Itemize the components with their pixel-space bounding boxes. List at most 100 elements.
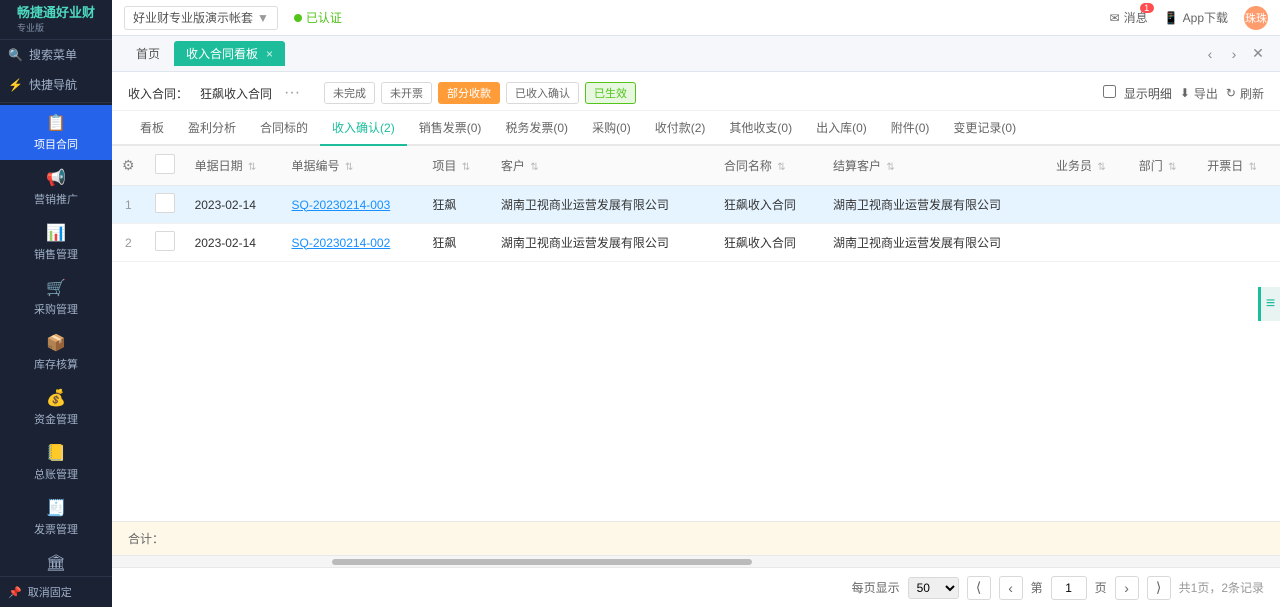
right-panel-btn[interactable]: ≡ [1258,287,1280,321]
sidebar-item-capital[interactable]: 💰 资金管理 [0,380,112,435]
subtab-purchase[interactable]: 采购(0) [580,111,643,146]
settings-icon[interactable]: ⚙ [122,157,135,173]
contract-name-sort-icon: ⇅ [777,162,785,173]
contract-more-btn[interactable]: ··· [284,84,300,102]
refresh-label: 刷新 [1240,85,1264,102]
subtab-other-income[interactable]: 其他收支(0) [717,111,804,146]
subtab-income-confirm[interactable]: 收入确认(2) [320,111,407,146]
last-page-btn[interactable]: ⟩ [1147,576,1171,600]
row-1-number[interactable]: SQ-20230214-003 [282,186,423,224]
sidebar-search[interactable]: 🔍 搜索菜单 [0,40,112,69]
table-area: ⚙ 单据日期 ⇅ 单据编号 ⇅ 项目 ⇅ [112,146,1280,521]
col-project-header[interactable]: 项目 ⇅ [422,146,490,186]
tax-icon: 🏛 [46,553,66,573]
table-footer: 合计： [112,521,1280,555]
status-confirmed[interactable]: 已收入确认 [506,82,579,104]
general-icon: 📒 [46,443,66,463]
subtab-payment[interactable]: 收付款(2) [643,111,718,146]
sidebar: 畅捷通好业财 专业版 🔍 搜索菜单 ⚡ 快捷导航 📋 项目合同 📢 营销推广 📊… [0,0,112,607]
tab-next-btn[interactable]: › [1224,44,1244,64]
subtab-attachment[interactable]: 附件(0) [879,111,942,146]
app-logo: 畅捷通好业财 专业版 [0,0,112,40]
home-label: 首页 [136,47,160,61]
app-name: 畅捷通好业财 [17,5,95,21]
col-open-date-header[interactable]: 开票日 ⇅ [1197,146,1280,186]
tab-prev-btn[interactable]: ‹ [1200,44,1220,64]
sidebar-divider [0,102,112,103]
row-1-salesperson [1046,186,1129,224]
subtab-tax-invoice[interactable]: 税务发票(0) [493,111,580,146]
sidebar-item-sales[interactable]: 📊 销售管理 [0,215,112,270]
page-size-select[interactable]: 20 50 100 [908,577,959,599]
sidebar-item-invoice[interactable]: 🧾 发票管理 [0,490,112,545]
row-2-department [1129,224,1197,262]
certified-label: 已认证 [306,9,342,26]
page-input[interactable] [1051,576,1087,600]
subtab-kanban[interactable]: 看板 [128,111,176,146]
col-contract-name-header[interactable]: 合同名称 ⇅ [714,146,823,186]
row-2-contract-name: 狂飙收入合同 [714,224,823,262]
col-number-header[interactable]: 单据编号 ⇅ [282,146,423,186]
sidebar-sales-label: 销售管理 [34,246,78,262]
subtab-standard[interactable]: 合同标的 [248,111,320,146]
status-effective[interactable]: 已生效 [585,82,636,104]
scrollbar-thumb[interactable] [332,559,752,565]
sidebar-item-tax[interactable]: 🏛 税务管理 [0,545,112,576]
sidebar-purchase-label: 采购管理 [34,301,78,317]
export-btn[interactable]: ⬇ 导出 [1180,85,1218,102]
status-incomplete[interactable]: 未完成 [324,82,375,104]
sidebar-general-label: 总账管理 [34,466,78,482]
user-menu-btn[interactable]: 珠珠 [1244,6,1268,30]
sidebar-item-general[interactable]: 📒 总账管理 [0,435,112,490]
open-date-sort-icon: ⇅ [1249,162,1257,173]
prev-page-btn[interactable]: ‹ [999,576,1023,600]
project-sort-icon: ⇅ [462,162,470,173]
subtab-change-log[interactable]: 变更记录(0) [941,111,1028,146]
capital-icon: 💰 [46,388,66,408]
sidebar-item-purchase[interactable]: 🛒 采购管理 [0,270,112,325]
app-download-btn[interactable]: 📱 App下载 [1164,9,1228,26]
sidebar-quick-nav[interactable]: ⚡ 快捷导航 [0,69,112,100]
table-row[interactable]: 1 2023-02-14 SQ-20230214-003 狂飙 湖南卫视商业运营… [112,186,1280,224]
status-partial-received[interactable]: 部分收款 [438,82,500,104]
tab-home[interactable]: 首页 [124,41,172,66]
row-1-open-date [1197,186,1280,224]
next-page-btn[interactable]: › [1115,576,1139,600]
subtab-warehouse[interactable]: 出入库(0) [804,111,879,146]
per-page-label: 每页显示 [852,579,900,596]
status-no-invoice[interactable]: 未开票 [381,82,432,104]
header-checkbox[interactable] [155,154,175,174]
sidebar-item-project[interactable]: 📋 项目合同 [0,105,112,160]
col-customer-header[interactable]: 客户 ⇅ [491,146,714,186]
sidebar-pin-btn[interactable]: 📌 取消固定 [0,577,112,607]
export-icon: ⬇ [1180,86,1190,100]
refresh-icon: ↻ [1226,86,1236,100]
topbar: 好业财专业版演示帐套 ▼ 已认证 ✉ 消息 1 📱 App下载 珠珠 [112,0,1280,36]
col-salesperson-header[interactable]: 业务员 ⇅ [1046,146,1129,186]
sidebar-item-marketing[interactable]: 📢 营销推广 [0,160,112,215]
row-2-num: 2 [112,224,145,262]
message-btn[interactable]: ✉ 消息 1 [1110,9,1148,26]
row-2-checkbox[interactable] [155,231,175,251]
refresh-btn[interactable]: ↻ 刷新 [1226,85,1264,102]
row-1-checkbox[interactable] [155,193,175,213]
horizontal-scrollbar[interactable] [112,555,1280,567]
company-selector[interactable]: 好业财专业版演示帐套 ▼ [124,6,278,30]
col-department-header[interactable]: 部门 ⇅ [1129,146,1197,186]
first-page-btn[interactable]: ⟨ [967,576,991,600]
subtab-profit[interactable]: 盈利分析 [176,111,248,146]
app-download-label: App下载 [1183,9,1228,26]
tab-close-btn[interactable]: × [266,47,273,61]
table-row[interactable]: 2 2023-02-14 SQ-20230214-002 狂飙 湖南卫视商业运营… [112,224,1280,262]
row-2-number[interactable]: SQ-20230214-002 [282,224,423,262]
sidebar-item-inventory[interactable]: 📦 库存核算 [0,325,112,380]
row-1-checkbox-cell [145,186,185,224]
tab-contract-board[interactable]: 收入合同看板 × [174,41,285,66]
show-detail-checkbox[interactable] [1103,85,1116,98]
inventory-icon: 📦 [46,333,66,353]
col-date-header[interactable]: 单据日期 ⇅ [185,146,282,186]
col-settlement-customer-header[interactable]: 结算客户 ⇅ [823,146,1046,186]
subtab-sales-invoice[interactable]: 销售发票(0) [407,111,494,146]
tab-close-all-btn[interactable]: ✕ [1248,44,1268,64]
table-body: 1 2023-02-14 SQ-20230214-003 狂飙 湖南卫视商业运营… [112,186,1280,262]
